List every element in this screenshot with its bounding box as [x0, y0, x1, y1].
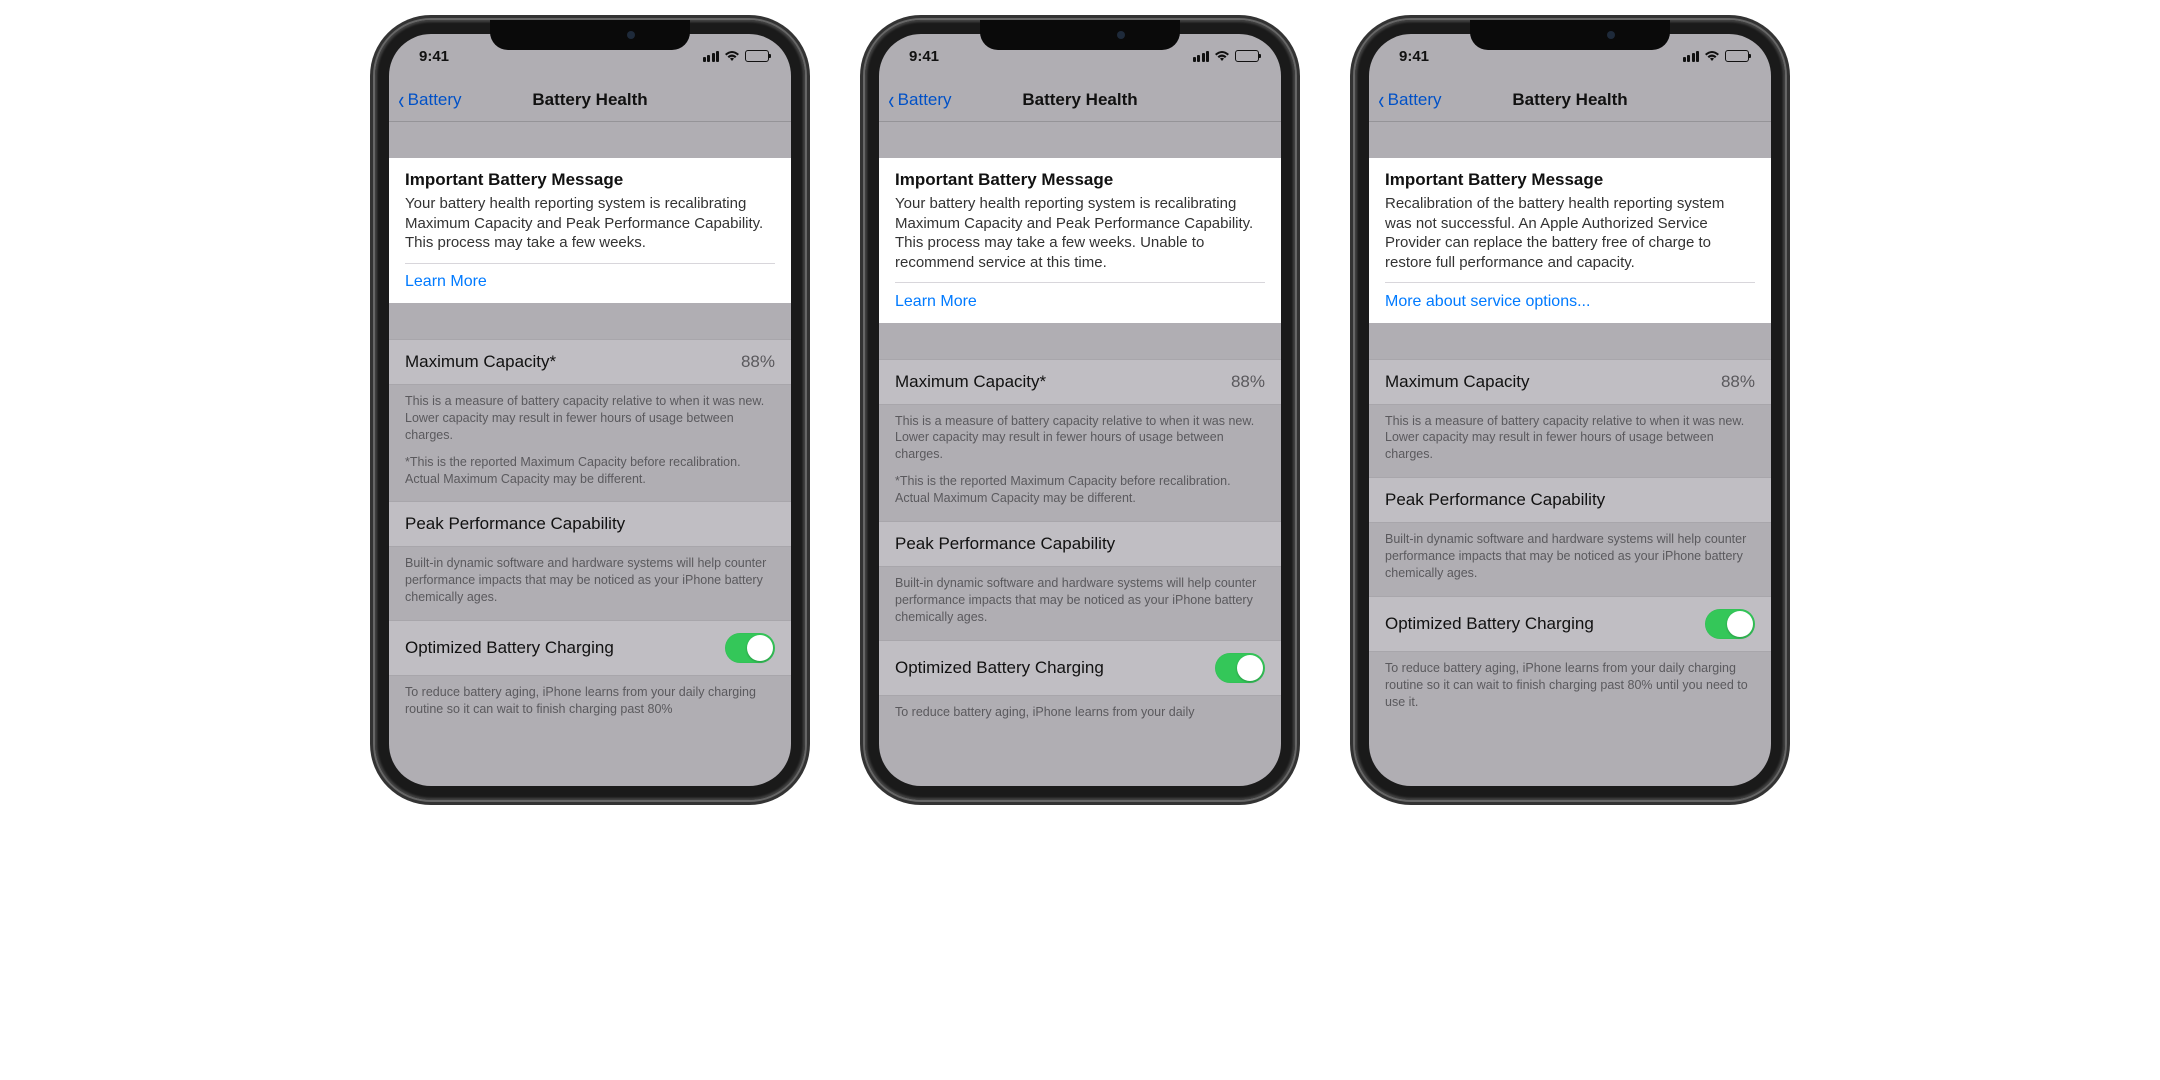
maximum-capacity-label: Maximum Capacity*	[405, 352, 556, 372]
message-title: Important Battery Message	[1385, 170, 1755, 190]
screen: 9:41 ‹ Battery Battery Health Important …	[879, 34, 1281, 786]
status-time: 9:41	[909, 48, 939, 65]
device-notch	[1470, 20, 1670, 50]
message-body: Recalibration of the battery health repo…	[1385, 194, 1755, 282]
optimized-charging-footer: To reduce battery aging, iPhone learns f…	[1369, 652, 1771, 725]
maximum-capacity-row: Maximum Capacity* 88%	[879, 359, 1281, 405]
cellular-icon	[1683, 51, 1700, 62]
screen: 9:41 ‹ Battery Battery Health Important …	[1369, 34, 1771, 786]
maximum-capacity-value: 88%	[1231, 372, 1265, 392]
peak-performance-label: Peak Performance Capability	[405, 514, 625, 534]
important-message-card: Important Battery Message Your battery h…	[389, 158, 791, 303]
screen: 9:41 ‹ Battery Battery Health Important …	[389, 34, 791, 786]
wifi-icon	[1214, 50, 1230, 62]
optimized-charging-label: Optimized Battery Charging	[405, 638, 614, 658]
back-label: Battery	[898, 90, 952, 110]
cellular-icon	[1193, 51, 1210, 62]
optimized-charging-footer: To reduce battery aging, iPhone learns f…	[389, 676, 791, 732]
device-notch	[980, 20, 1180, 50]
message-body: Your battery health reporting system is …	[895, 194, 1265, 282]
message-body: Your battery health reporting system is …	[405, 194, 775, 263]
important-message-card: Important Battery Message Recalibration …	[1369, 158, 1771, 323]
maximum-capacity-label: Maximum Capacity	[1385, 372, 1530, 392]
maximum-capacity-footer: This is a measure of battery capacity re…	[1369, 405, 1771, 478]
navbar: ‹ Battery Battery Health	[1369, 78, 1771, 122]
important-message-card: Important Battery Message Your battery h…	[879, 158, 1281, 323]
navbar: ‹ Battery Battery Health	[389, 78, 791, 122]
maximum-capacity-footer: This is a measure of battery capacity re…	[879, 405, 1281, 521]
content-scroll[interactable]: Important Battery Message Recalibration …	[1369, 122, 1771, 786]
phone-frame: 9:41 ‹ Battery Battery Health Important …	[375, 20, 805, 800]
phone-frame: 9:41 ‹ Battery Battery Health Important …	[865, 20, 1295, 800]
back-button[interactable]: ‹ Battery	[1369, 87, 1442, 113]
learn-more-link[interactable]: Learn More	[405, 263, 775, 303]
back-label: Battery	[1388, 90, 1442, 110]
optimized-charging-row: Optimized Battery Charging	[389, 620, 791, 676]
maximum-capacity-row: Maximum Capacity* 88%	[389, 339, 791, 385]
optimized-charging-label: Optimized Battery Charging	[895, 658, 1104, 678]
status-time: 9:41	[1399, 48, 1429, 65]
peak-performance-row: Peak Performance Capability	[1369, 477, 1771, 523]
message-title: Important Battery Message	[405, 170, 775, 190]
navbar: ‹ Battery Battery Health	[879, 78, 1281, 122]
service-options-link[interactable]: More about service options...	[1385, 283, 1755, 323]
optimized-charging-row: Optimized Battery Charging	[879, 640, 1281, 696]
status-time: 9:41	[419, 48, 449, 65]
peak-performance-row: Peak Performance Capability	[879, 521, 1281, 567]
content-scroll[interactable]: Important Battery Message Your battery h…	[389, 122, 791, 786]
chevron-left-icon: ‹	[398, 87, 404, 113]
peak-performance-footer: Built-in dynamic software and hardware s…	[879, 567, 1281, 640]
maximum-capacity-value: 88%	[741, 352, 775, 372]
wifi-icon	[1704, 50, 1720, 62]
content-scroll[interactable]: Important Battery Message Your battery h…	[879, 122, 1281, 786]
maximum-capacity-value: 88%	[1721, 372, 1755, 392]
optimized-charging-footer: To reduce battery aging, iPhone learns f…	[879, 696, 1281, 735]
chevron-left-icon: ‹	[1378, 87, 1384, 113]
maximum-capacity-label: Maximum Capacity*	[895, 372, 1046, 392]
back-button[interactable]: ‹ Battery	[389, 87, 462, 113]
optimized-charging-label: Optimized Battery Charging	[1385, 614, 1594, 634]
peak-performance-label: Peak Performance Capability	[1385, 490, 1605, 510]
cellular-icon	[703, 51, 720, 62]
peak-performance-footer: Built-in dynamic software and hardware s…	[389, 547, 791, 620]
maximum-capacity-row: Maximum Capacity 88%	[1369, 359, 1771, 405]
message-title: Important Battery Message	[895, 170, 1265, 190]
battery-icon	[1235, 50, 1259, 62]
maximum-capacity-footer: This is a measure of battery capacity re…	[389, 385, 791, 501]
optimized-charging-toggle[interactable]	[725, 633, 775, 663]
battery-icon	[1725, 50, 1749, 62]
learn-more-link[interactable]: Learn More	[895, 283, 1265, 323]
optimized-charging-row: Optimized Battery Charging	[1369, 596, 1771, 652]
chevron-left-icon: ‹	[888, 87, 894, 113]
optimized-charging-toggle[interactable]	[1215, 653, 1265, 683]
peak-performance-footer: Built-in dynamic software and hardware s…	[1369, 523, 1771, 596]
optimized-charging-toggle[interactable]	[1705, 609, 1755, 639]
back-button[interactable]: ‹ Battery	[879, 87, 952, 113]
peak-performance-label: Peak Performance Capability	[895, 534, 1115, 554]
back-label: Battery	[408, 90, 462, 110]
battery-icon	[745, 50, 769, 62]
phone-frame: 9:41 ‹ Battery Battery Health Important …	[1355, 20, 1785, 800]
wifi-icon	[724, 50, 740, 62]
device-notch	[490, 20, 690, 50]
peak-performance-row: Peak Performance Capability	[389, 501, 791, 547]
